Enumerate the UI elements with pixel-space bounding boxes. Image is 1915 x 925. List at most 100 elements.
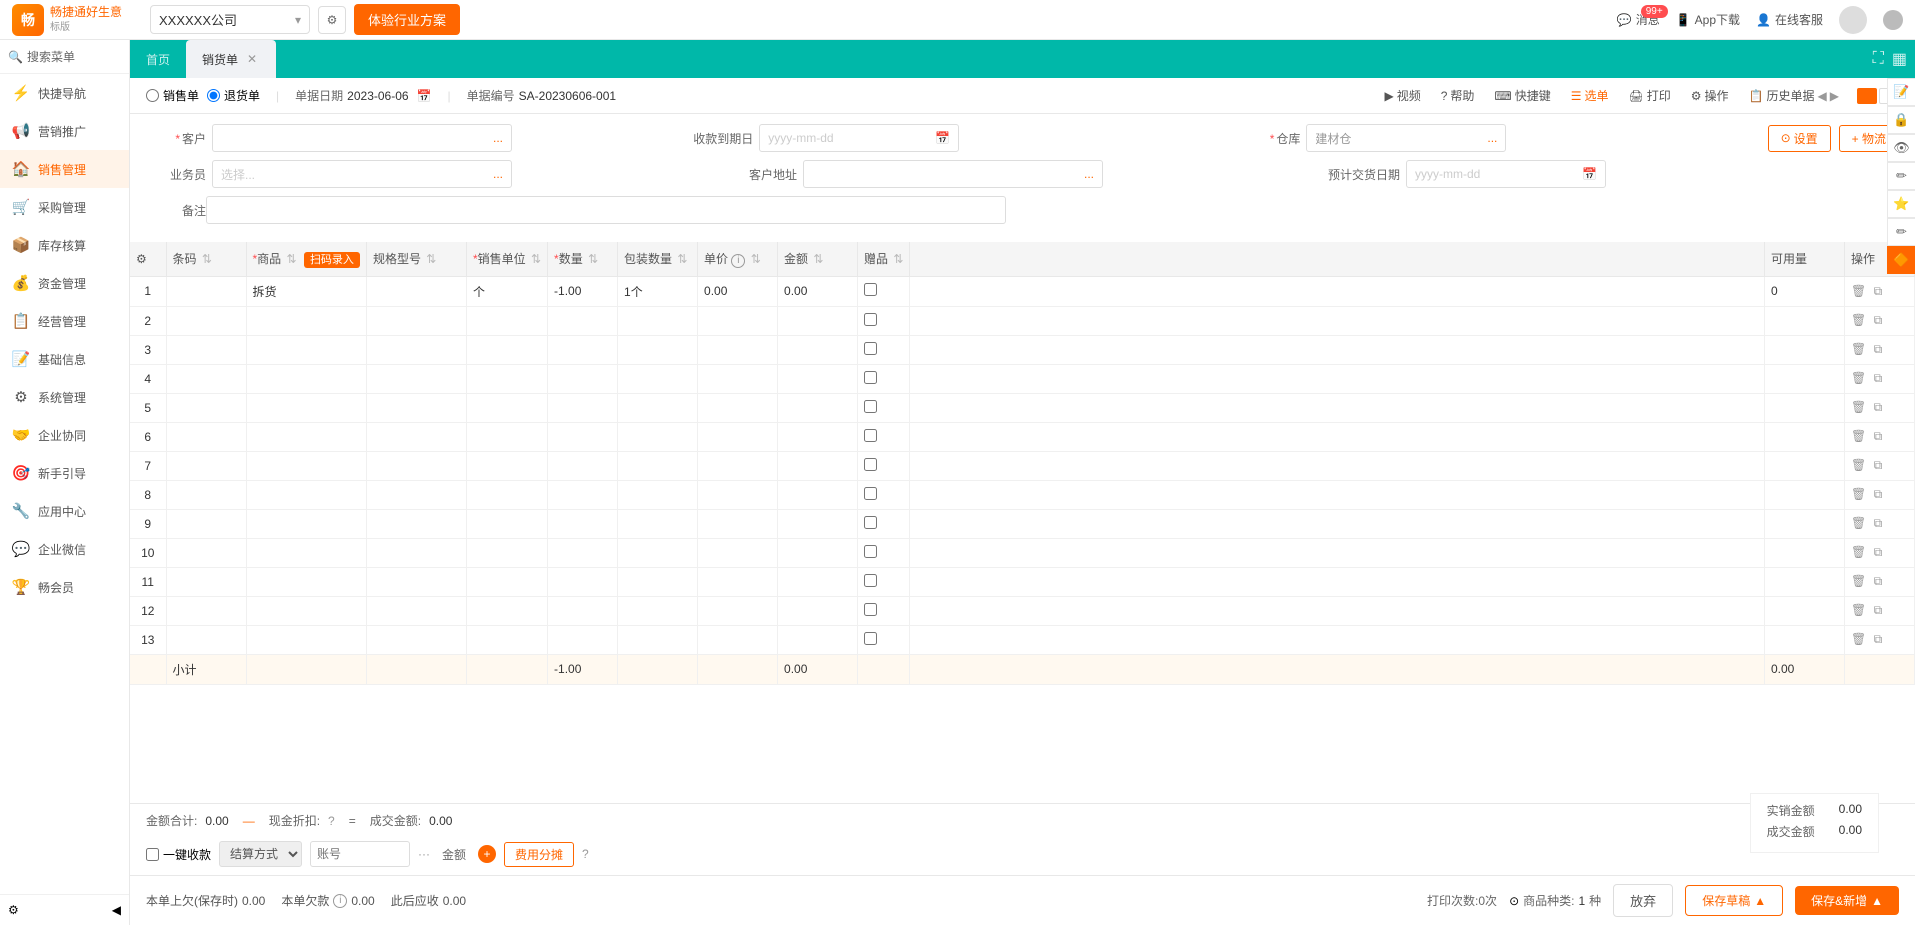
row-price[interactable]: 0.00 <box>698 276 778 306</box>
price-info-icon[interactable]: i <box>731 254 745 268</box>
copy-icon[interactable]: ⧉ <box>1874 458 1883 472</box>
online-service-button[interactable]: 👤 在线客服 <box>1756 11 1823 28</box>
sidebar-search[interactable]: 🔍 搜索菜单 <box>0 40 129 74</box>
product-type-icon[interactable]: ⊙ <box>1509 894 1519 908</box>
copy-icon[interactable]: ⧉ <box>1874 400 1883 414</box>
warehouse-input[interactable]: 建材仓 ... <box>1306 124 1506 152</box>
th-pkg[interactable]: 包装数量 ⇅ <box>618 242 698 276</box>
arrears-info-icon[interactable]: i <box>333 894 347 908</box>
copy-icon[interactable]: ⧉ <box>1874 574 1883 588</box>
settings-icon[interactable]: ⚙ <box>318 6 346 34</box>
th-settings[interactable]: ⚙ <box>130 242 166 276</box>
float-btn-6[interactable]: ✏ <box>1887 218 1915 246</box>
nav-prev-icon[interactable]: ◀ <box>1818 89 1827 103</box>
operation-btn[interactable]: ⚙ 操作 <box>1685 84 1735 107</box>
help-icon[interactable]: ? <box>328 814 335 828</box>
delivery-date-input[interactable]: yyyy-mm-dd 📅 <box>1406 160 1606 188</box>
copy-icon[interactable]: ⧉ <box>1874 342 1883 356</box>
customer-input[interactable]: ... <box>212 124 512 152</box>
app-download-button[interactable]: 📱 App下载 <box>1676 11 1740 28</box>
delete-icon[interactable]: 🗑 <box>1851 632 1866 646</box>
copy-icon[interactable]: ⧉ <box>1874 284 1883 298</box>
grid-view-icon[interactable] <box>1857 88 1877 104</box>
help-btn[interactable]: ? 帮助 <box>1435 84 1481 107</box>
save-new-button[interactable]: 保存&新增 ▲ <box>1795 886 1899 915</box>
th-product[interactable]: *商品 ⇅ 扫码录入 <box>246 242 366 276</box>
sidebar-item-member[interactable]: 🏆 畅会员 <box>0 568 129 606</box>
expense-help-icon[interactable]: ? <box>582 847 589 861</box>
row-pkg[interactable]: 1个 <box>618 276 698 306</box>
expense-split-button[interactable]: 费用分摊 <box>504 842 574 867</box>
th-spec[interactable]: 规格型号 ⇅ <box>366 242 466 276</box>
float-btn-7[interactable]: 🔶 <box>1887 246 1915 274</box>
add-payment-button[interactable]: + <box>478 845 496 863</box>
row-product[interactable]: 拆货 <box>246 276 366 306</box>
row-amount[interactable]: 0.00 <box>778 276 858 306</box>
th-amount[interactable]: 金额 ⇅ <box>778 242 858 276</box>
select-btn[interactable]: ☰ 选单 <box>1565 84 1615 107</box>
delete-icon[interactable]: 🗑 <box>1851 458 1866 472</box>
message-button[interactable]: 💬 消息 99+ <box>1617 11 1660 28</box>
delete-icon[interactable]: 🗑 <box>1851 371 1866 385</box>
th-price[interactable]: 单价 i ⇅ <box>698 242 778 276</box>
copy-icon[interactable]: ⧉ <box>1874 313 1883 327</box>
video-btn[interactable]: ▶ 视频 <box>1378 84 1426 107</box>
one-click-payment-checkbox[interactable]: 一键收款 <box>146 846 211 863</box>
sidebar-item-inventory[interactable]: 📦 库存核算 <box>0 226 129 264</box>
copy-icon[interactable]: ⧉ <box>1874 487 1883 501</box>
copy-icon[interactable]: ⧉ <box>1874 603 1883 617</box>
payment-method-select[interactable]: 结算方式 <box>219 841 302 867</box>
row-qty[interactable]: -1.00 <box>548 276 618 306</box>
discard-button[interactable]: 放弃 <box>1613 884 1673 917</box>
th-barcode[interactable]: 条码 ⇅ <box>166 242 246 276</box>
nav-next-icon[interactable]: ▶ <box>1830 89 1839 103</box>
tab-close-button[interactable]: ✕ <box>244 51 260 67</box>
th-gift[interactable]: 赠品 ⇅ <box>858 242 910 276</box>
setting-button[interactable]: ⊙ 设置 <box>1768 125 1831 152</box>
scan-button[interactable]: 扫码录入 <box>304 252 360 268</box>
sidebar-item-guide[interactable]: 🎯 新手引导 <box>0 454 129 492</box>
row-barcode[interactable] <box>166 276 246 306</box>
delete-icon[interactable]: 🗑 <box>1851 487 1866 501</box>
row-gift[interactable] <box>858 276 910 306</box>
radio-sales[interactable]: 销售单 <box>146 87 199 104</box>
sidebar-item-system[interactable]: ⚙ 系统管理 <box>0 378 129 416</box>
float-btn-3[interactable]: 👁 <box>1887 134 1915 162</box>
customer-addr-input[interactable]: ... <box>803 160 1103 188</box>
float-btn-5[interactable]: ⭐ <box>1887 190 1915 218</box>
history-btn[interactable]: 📋 历史单据 ◀ ▶ <box>1743 84 1845 107</box>
sidebar-collapse-icon[interactable]: ◀ <box>112 903 121 917</box>
layout-icon[interactable]: ▦ <box>1892 49 1907 69</box>
salesperson-input[interactable]: 选择... ... <box>212 160 512 188</box>
delete-icon[interactable]: 🗑 <box>1851 429 1866 443</box>
notes-input[interactable] <box>206 196 1006 224</box>
delete-icon[interactable]: 🗑 <box>1851 400 1866 414</box>
sidebar-item-app-center[interactable]: 🔧 应用中心 <box>0 492 129 530</box>
tab-home[interactable]: 首页 <box>130 40 186 78</box>
sidebar-item-marketing[interactable]: 📢 营销推广 <box>0 112 129 150</box>
th-qty[interactable]: *数量 ⇅ <box>548 242 618 276</box>
th-unit[interactable]: *销售单位 ⇅ <box>466 242 547 276</box>
delete-icon[interactable]: 🗑 <box>1851 574 1866 588</box>
sidebar-item-quick-nav[interactable]: ⚡ 快捷导航 <box>0 74 129 112</box>
sidebar-item-finance[interactable]: 💰 资金管理 <box>0 264 129 302</box>
delete-icon[interactable]: 🗑 <box>1851 342 1866 356</box>
delete-icon[interactable]: 🗑 <box>1851 603 1866 617</box>
sidebar-item-basic[interactable]: 📝 基础信息 <box>0 340 129 378</box>
copy-icon[interactable]: ⧉ <box>1874 545 1883 559</box>
float-btn-4[interactable]: ✏ <box>1887 162 1915 190</box>
expand-icon[interactable]: ⛶ <box>1873 50 1884 68</box>
copy-icon[interactable]: ⧉ <box>1874 632 1883 646</box>
row-unit[interactable]: 个 <box>466 276 547 306</box>
calendar-icon[interactable]: 📅 <box>417 89 432 103</box>
save-draft-button[interactable]: 保存草稿 ▲ <box>1685 885 1783 916</box>
copy-icon[interactable]: ⧉ <box>1874 429 1883 443</box>
trial-button[interactable]: 体验行业方案 <box>354 4 460 35</box>
shortcut-btn[interactable]: ⌨ 快捷键 <box>1488 84 1556 107</box>
sidebar-item-purchase[interactable]: 🛒 采购管理 <box>0 188 129 226</box>
print-btn[interactable]: 🖨 打印 <box>1623 84 1677 107</box>
copy-icon[interactable]: ⧉ <box>1874 371 1883 385</box>
row-spec[interactable] <box>366 276 466 306</box>
sidebar-item-operations[interactable]: 📋 经营管理 <box>0 302 129 340</box>
radio-return[interactable]: 退货单 <box>207 87 260 104</box>
